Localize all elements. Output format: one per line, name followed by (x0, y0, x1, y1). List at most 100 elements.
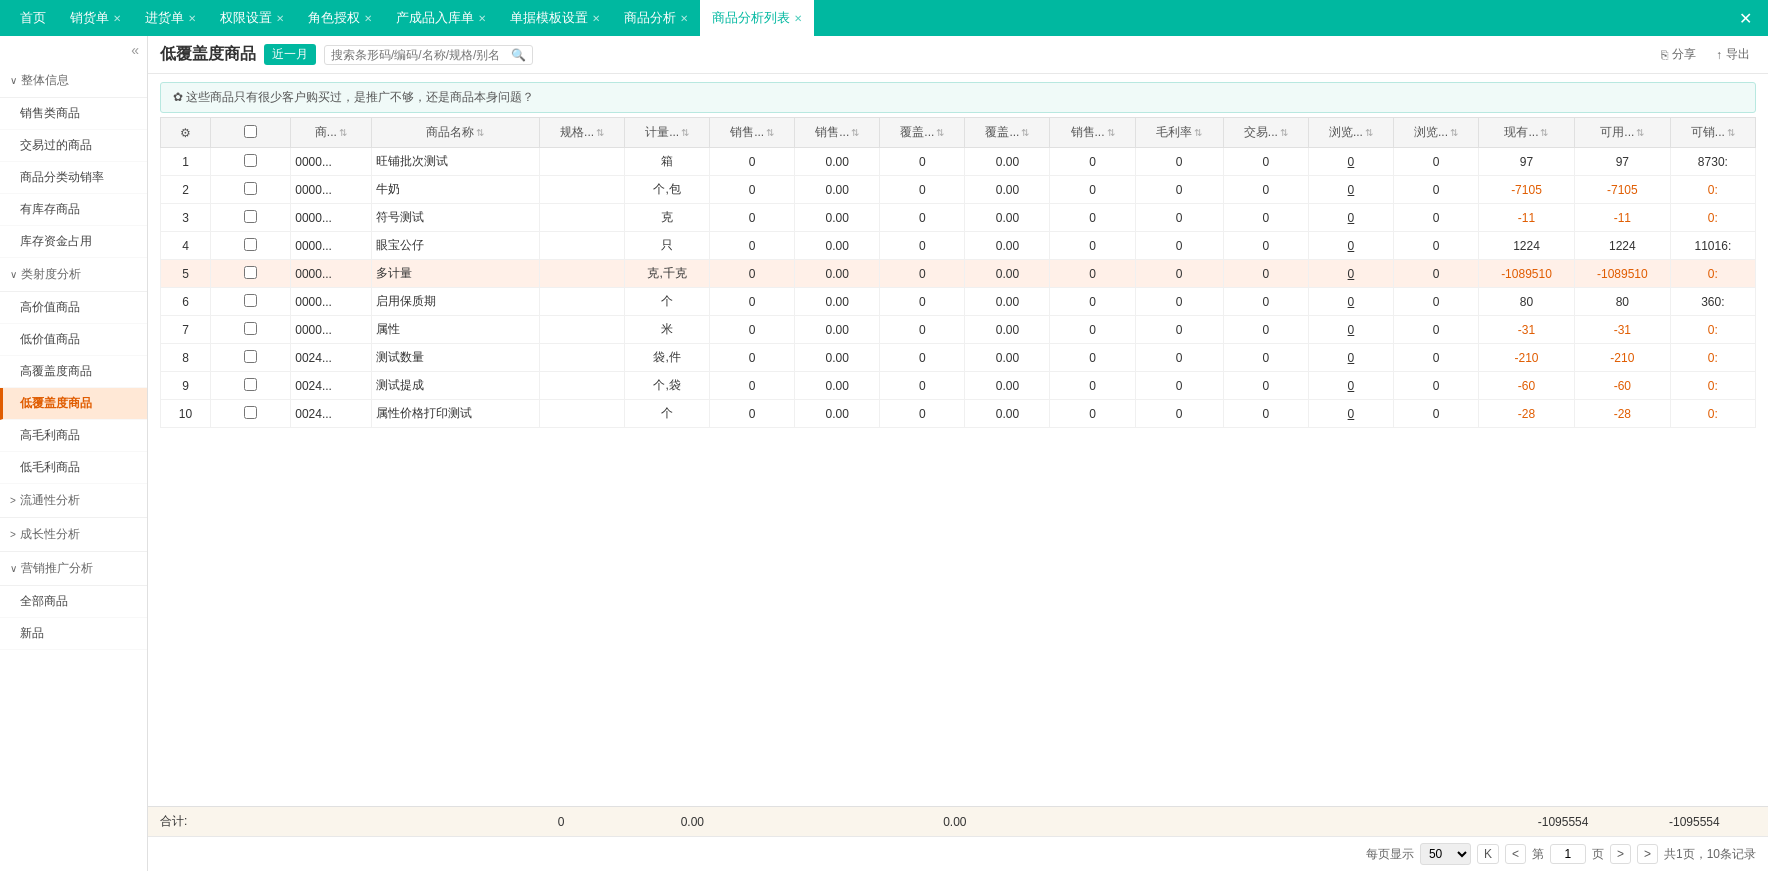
window-close-button[interactable]: ✕ (1731, 9, 1760, 28)
row-sales2: 0.00 (795, 148, 880, 176)
row-select-checkbox[interactable] (244, 378, 257, 391)
sidebar-item-low-coverage[interactable]: 低覆盖度商品 (0, 388, 147, 420)
sidebar-item-low-profit[interactable]: 低毛利商品 (0, 452, 147, 484)
close-icon[interactable]: ✕ (113, 13, 121, 24)
sidebar-item-low-value[interactable]: 低价值商品 (0, 324, 147, 356)
th-available[interactable]: 可用...⇅ (1574, 118, 1670, 148)
next-page-button[interactable]: > (1610, 844, 1631, 864)
row-available: 97 (1574, 148, 1670, 176)
sidebar-item-high-coverage[interactable]: 高覆盖度商品 (0, 356, 147, 388)
sidebar-item-high-profit[interactable]: 高毛利商品 (0, 420, 147, 452)
select-all-checkbox[interactable] (244, 125, 257, 138)
th-browse1[interactable]: 浏览...⇅ (1308, 118, 1393, 148)
sidebar-item-capital-usage[interactable]: 库存资金占用 (0, 226, 147, 258)
nav-sales[interactable]: 销货单 ✕ (58, 0, 133, 36)
row-current: -31 (1479, 316, 1575, 344)
row-select-checkbox[interactable] (244, 294, 257, 307)
sidebar-item-in-stock[interactable]: 有库存商品 (0, 194, 147, 226)
row-browse1[interactable]: 0 (1308, 148, 1393, 176)
nav-purchase[interactable]: 进货单 ✕ (133, 0, 208, 36)
sidebar-group-coverage[interactable]: ∨ 类射度分析 (0, 258, 147, 292)
close-icon[interactable]: ✕ (276, 13, 284, 24)
nav-permissions[interactable]: 权限设置 ✕ (208, 0, 296, 36)
row-browse1[interactable]: 0 (1308, 232, 1393, 260)
close-icon[interactable]: ✕ (592, 13, 600, 24)
nav-goods-analysis-list[interactable]: 商品分析列表 ✕ (700, 0, 814, 36)
row-browse1[interactable]: 0 (1308, 260, 1393, 288)
prev-page-button[interactable]: < (1505, 844, 1526, 864)
share-button[interactable]: ⎘ 分享 (1655, 44, 1702, 65)
th-profit-rate[interactable]: 毛利率⇅ (1135, 118, 1223, 148)
page-size-select[interactable]: 50 100 (1420, 843, 1471, 865)
row-sales1: 0 (710, 232, 795, 260)
row-select-checkbox[interactable] (244, 182, 257, 195)
row-browse1[interactable]: 0 (1308, 288, 1393, 316)
close-icon[interactable]: ✕ (188, 13, 196, 24)
row-select-checkbox[interactable] (244, 210, 257, 223)
row-browse1[interactable]: 0 (1308, 344, 1393, 372)
page-number-input[interactable] (1550, 844, 1586, 864)
nav-finished-goods[interactable]: 产成品入库单 ✕ (384, 0, 498, 36)
th-sales3[interactable]: 销售...⇅ (1050, 118, 1135, 148)
th-spec[interactable]: 规格...⇅ (540, 118, 625, 148)
th-unit[interactable]: 计量...⇅ (625, 118, 710, 148)
row-cover1: 0 (880, 204, 965, 232)
row-browse1[interactable]: 0 (1308, 176, 1393, 204)
row-saleable: 0: (1670, 204, 1755, 232)
sidebar-toggle-button[interactable]: « (0, 36, 147, 64)
row-cover2: 0.00 (965, 148, 1050, 176)
row-select-checkbox[interactable] (244, 154, 257, 167)
nav-template-settings[interactable]: 单据模板设置 ✕ (498, 0, 612, 36)
th-saleable[interactable]: 可销...⇅ (1670, 118, 1755, 148)
sidebar-item-all-goods[interactable]: 全部商品 (0, 586, 147, 618)
th-sales1[interactable]: 销售...⇅ (710, 118, 795, 148)
th-sales2[interactable]: 销售...⇅ (795, 118, 880, 148)
close-icon[interactable]: ✕ (364, 13, 372, 24)
nav-goods-analysis[interactable]: 商品分析 ✕ (612, 0, 700, 36)
close-icon[interactable]: ✕ (794, 13, 802, 24)
export-button[interactable]: ↑ 导出 (1710, 44, 1756, 65)
row-browse1[interactable]: 0 (1308, 372, 1393, 400)
search-input[interactable] (331, 48, 511, 62)
first-page-button[interactable]: K (1477, 844, 1499, 864)
th-browse2[interactable]: 浏览...⇅ (1393, 118, 1478, 148)
row-browse1[interactable]: 0 (1308, 400, 1393, 428)
nav-roles[interactable]: 角色授权 ✕ (296, 0, 384, 36)
close-icon[interactable]: ✕ (478, 13, 486, 24)
th-trade[interactable]: 交易...⇅ (1223, 118, 1308, 148)
row-browse1[interactable]: 0 (1308, 316, 1393, 344)
sidebar-item-sales-goods[interactable]: 销售类商品 (0, 98, 147, 130)
row-sales3: 0 (1050, 288, 1135, 316)
row-current: -28 (1479, 400, 1575, 428)
th-name[interactable]: 商品名称⇅ (371, 118, 540, 148)
row-name: 牛奶 (371, 176, 540, 204)
row-select-checkbox[interactable] (244, 322, 257, 335)
th-current[interactable]: 现有...⇅ (1479, 118, 1575, 148)
th-settings[interactable]: ⚙ (161, 118, 211, 148)
row-select-checkbox[interactable] (244, 350, 257, 363)
close-icon[interactable]: ✕ (680, 13, 688, 24)
row-name: 符号测试 (371, 204, 540, 232)
row-name: 启用保质期 (371, 288, 540, 316)
footer-sales1-total: 0 (499, 815, 622, 829)
th-cover1[interactable]: 覆盖...⇅ (880, 118, 965, 148)
nav-home[interactable]: 首页 (8, 0, 58, 36)
sidebar-group-marketing[interactable]: ∨ 营销推广分析 (0, 552, 147, 586)
row-browse1[interactable]: 0 (1308, 204, 1393, 232)
sidebar-item-traded-goods[interactable]: 交易过的商品 (0, 130, 147, 162)
search-icon[interactable]: 🔍 (511, 48, 526, 62)
period-button[interactable]: 近一月 (264, 44, 316, 65)
sidebar-item-new-goods[interactable]: 新品 (0, 618, 147, 650)
sidebar-item-high-value[interactable]: 高价值商品 (0, 292, 147, 324)
row-select-checkbox[interactable] (244, 238, 257, 251)
th-code[interactable]: 商...⇅ (291, 118, 371, 148)
sidebar-group-growth[interactable]: > 成长性分析 (0, 518, 147, 552)
sidebar-item-category-rate[interactable]: 商品分类动销率 (0, 162, 147, 194)
sidebar-group-liquidity[interactable]: > 流通性分析 (0, 484, 147, 518)
row-unit: 只 (625, 232, 710, 260)
th-cover2[interactable]: 覆盖...⇅ (965, 118, 1050, 148)
sidebar-group-overall[interactable]: ∨ 整体信息 (0, 64, 147, 98)
row-select-checkbox[interactable] (244, 266, 257, 279)
row-select-checkbox[interactable] (244, 406, 257, 419)
last-page-button[interactable]: > (1637, 844, 1658, 864)
